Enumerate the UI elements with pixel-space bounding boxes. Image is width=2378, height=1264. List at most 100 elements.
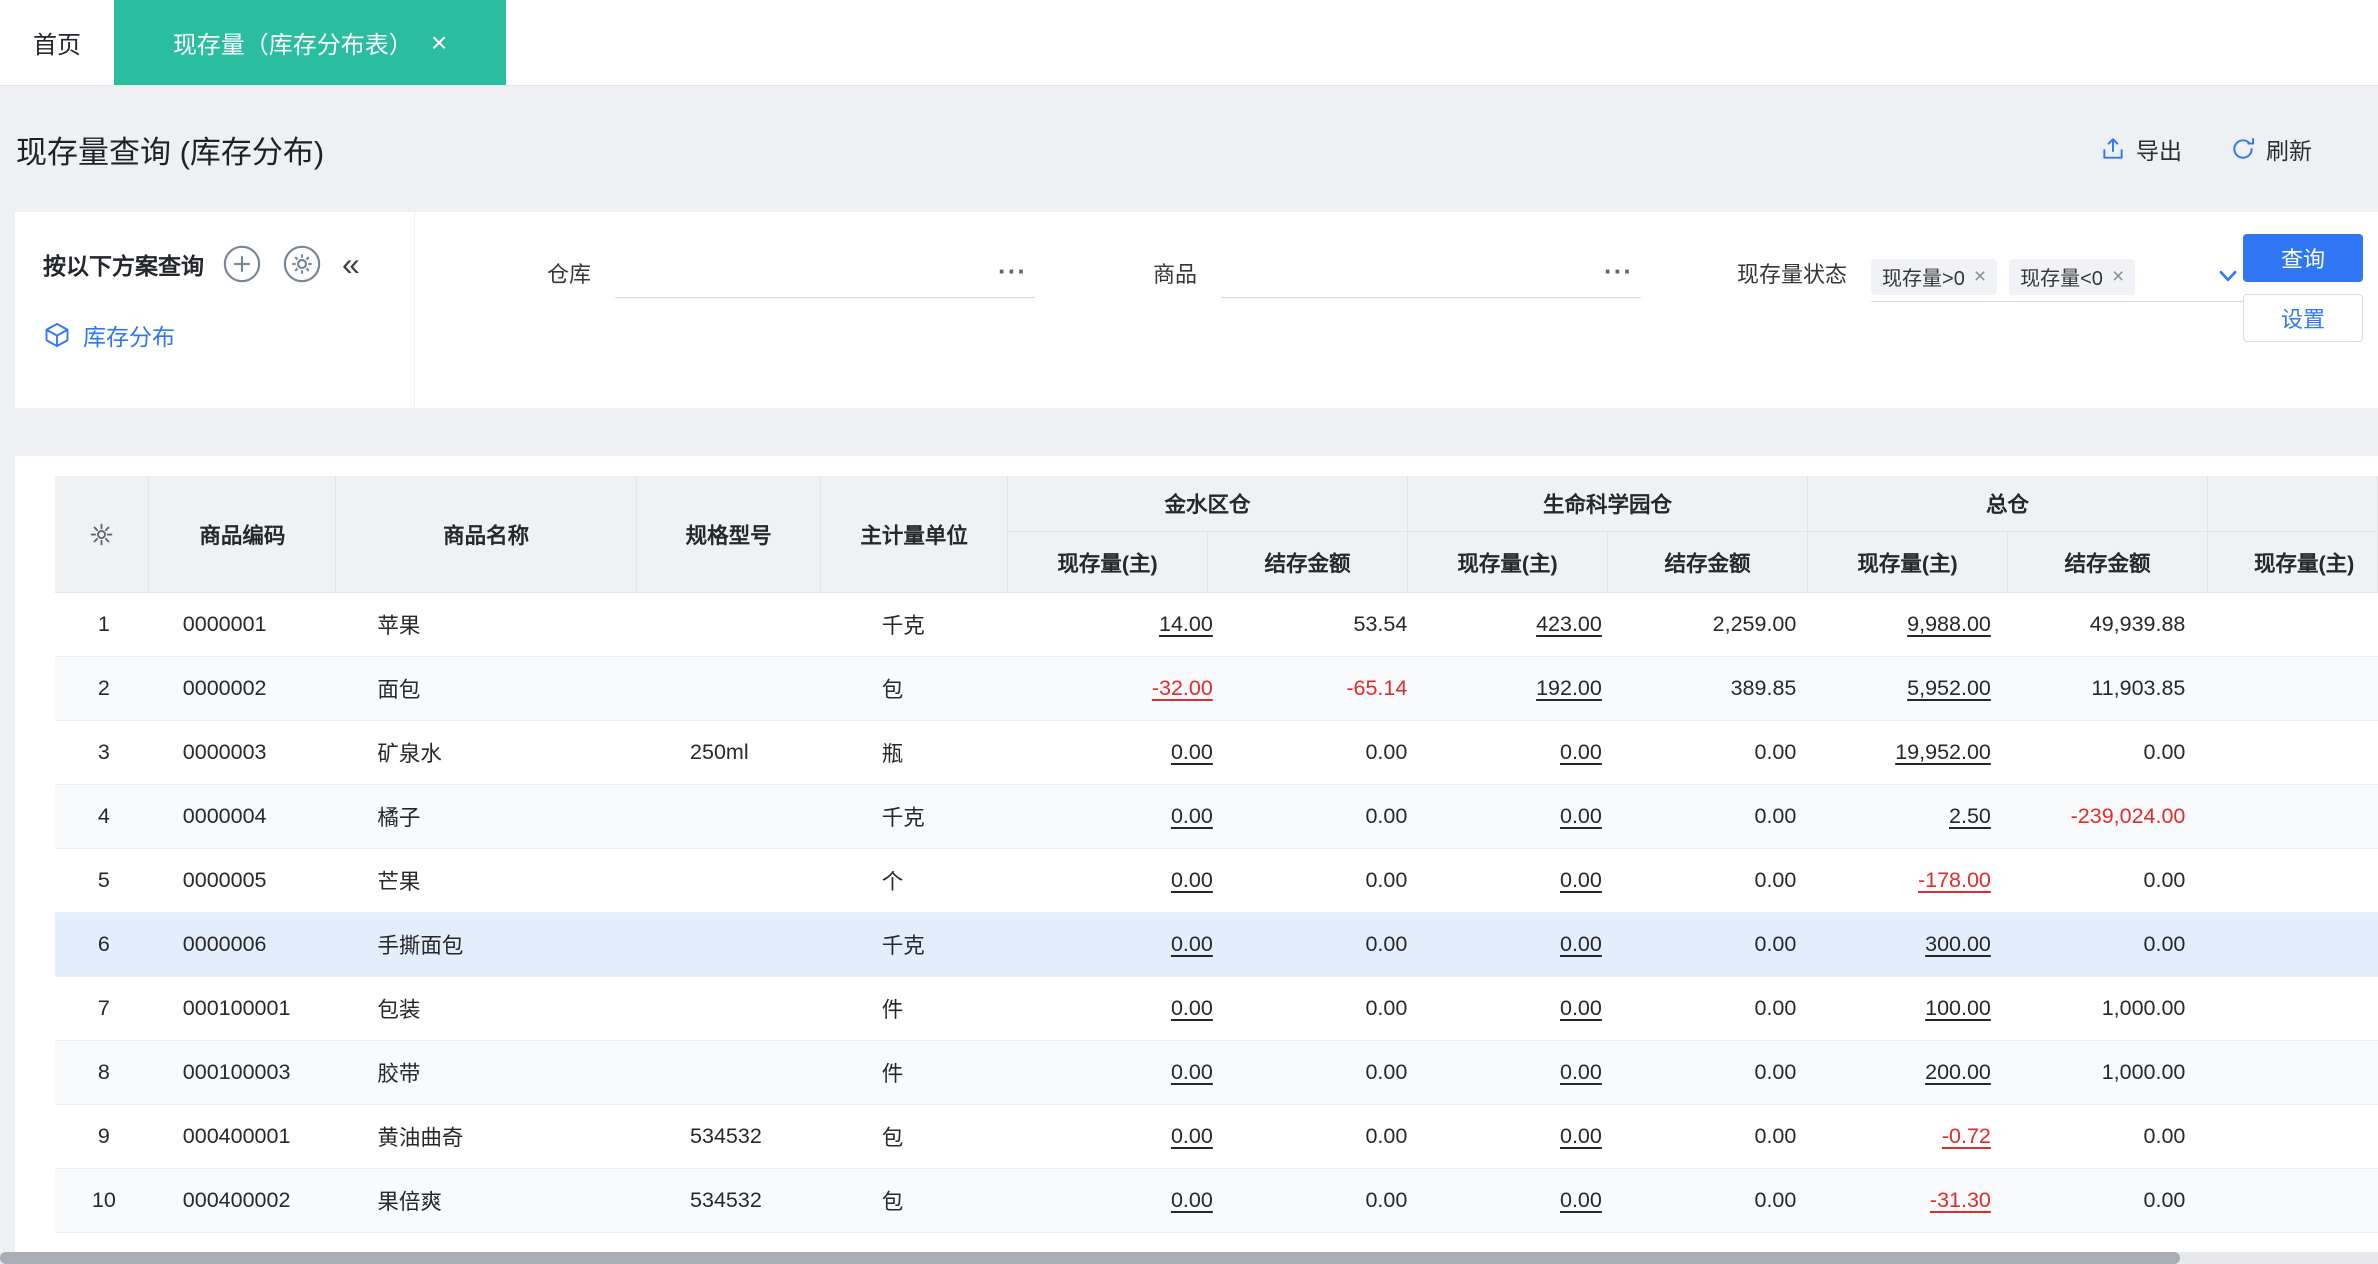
qty-on-hand-link[interactable]: 100.00	[1824, 977, 2019, 1040]
product-input[interactable]: ···	[1221, 252, 1642, 298]
qty-on-hand-link[interactable]: 423.00	[1435, 593, 1630, 656]
product-code: 0000004	[182, 804, 267, 828]
balance-amount: 0.00	[2143, 932, 2186, 956]
qty-on-hand-link[interactable]: 0.00	[1435, 785, 1630, 848]
status-tag-label: 现存量>0	[1882, 268, 1965, 290]
refresh-label: 刷新	[2266, 138, 2312, 164]
balance-amount: 0.00	[1754, 804, 1797, 828]
tab-home[interactable]: 首页	[0, 0, 114, 85]
header-product-code: 商品编码	[149, 476, 337, 592]
filter-fields: 仓库 ··· 商品 ··· 现存量状态 现存量>0 × 现存量<0 ×	[415, 212, 2378, 408]
product-code: 0000002	[182, 676, 267, 700]
qty-on-hand-link[interactable]: 19,952.00	[1824, 721, 2019, 784]
spec-model	[660, 849, 852, 912]
qty-on-hand-link[interactable]: 200.00	[1824, 1041, 2019, 1104]
qty-on-hand-link[interactable]: 0.00	[1435, 913, 1630, 976]
remove-tag-icon[interactable]: ×	[1974, 266, 1986, 287]
row-number: 9	[97, 1124, 110, 1148]
balance-amount: 0.00	[1754, 1124, 1797, 1148]
table-row[interactable]: 4 0000004 橘子 千克 0.00 0.00 0.00 0.00 2.50 -239,024…	[55, 785, 2378, 849]
scrollbar-thumb[interactable]	[0, 1252, 2180, 1264]
qty-on-hand-link[interactable]: 0.00	[1435, 849, 1630, 912]
table-row[interactable]: 10 000400002 果倍爽 534532 包 0.00 0.00 0.00 0.00 -31…	[55, 1169, 2378, 1233]
balance-amount: 0.00	[1754, 996, 1797, 1020]
qty-on-hand-link[interactable]: 0.00	[1046, 785, 1241, 848]
qty-on-hand-link[interactable]: 300.00	[1824, 913, 2019, 976]
row-number: 1	[97, 612, 110, 636]
remove-tag-icon[interactable]: ×	[2112, 266, 2124, 287]
qty-on-hand-link[interactable]: 0.00	[1046, 1169, 1241, 1232]
stock-status-field: 现存量状态 现存量>0 × 现存量<0 ×	[1737, 252, 2244, 408]
partial-cell	[2213, 849, 2378, 912]
table-card: 商品编码 商品名称 规格型号 主计量单位 金水区仓 现存量(主) 结存金额 生命…	[15, 456, 2378, 1264]
subheader-balance-amount: 结存金额	[2008, 532, 2208, 592]
spec-model	[660, 657, 852, 720]
product-name: 果倍爽	[377, 1190, 442, 1214]
main-unit: 瓶	[881, 742, 904, 766]
more-icon[interactable]: ···	[998, 256, 1027, 287]
qty-on-hand-link[interactable]: -0.72	[1824, 1105, 2019, 1168]
tab-active-label: 现存量（库存分布表）	[172, 32, 413, 59]
table-row[interactable]: 6 0000006 手撕面包 千克 0.00 0.00 0.00 0.00 300.00 0.00	[55, 913, 2378, 977]
table-row[interactable]: 7 000100001 包装 件 0.00 0.00 0.00 0.00 100.00 1,000…	[55, 977, 2378, 1041]
settings-button[interactable]: 设置	[2243, 294, 2363, 342]
qty-on-hand-link[interactable]: 14.00	[1046, 593, 1241, 656]
add-scheme-icon[interactable]	[220, 242, 264, 286]
qty-on-hand-link[interactable]: 0.00	[1435, 977, 1630, 1040]
close-icon[interactable]: ×	[431, 28, 447, 57]
spec-model	[660, 593, 852, 656]
table-row[interactable]: 5 0000005 芒果 个 0.00 0.00 0.00 0.00 -178.00 0.00	[55, 849, 2378, 913]
more-icon[interactable]: ···	[1604, 256, 1633, 287]
qty-on-hand-link[interactable]: -31.30	[1824, 1169, 2019, 1232]
warehouse-input[interactable]: ···	[615, 252, 1036, 298]
table-row[interactable]: 1 0000001 苹果 千克 14.00 53.54 423.00 2,259.00 9,98…	[55, 593, 2378, 657]
qty-on-hand-link[interactable]: 0.00	[1435, 721, 1630, 784]
balance-amount: 0.00	[1365, 1060, 1408, 1084]
main-unit: 包	[881, 678, 904, 702]
qty-on-hand-link[interactable]: -32.00	[1046, 657, 1241, 720]
qty-on-hand-link[interactable]: 0.00	[1046, 1041, 1241, 1104]
export-label: 导出	[2136, 138, 2182, 164]
balance-amount: 389.85	[1730, 676, 1797, 700]
table-row[interactable]: 2 0000002 面包 包 -32.00 -65.14 192.00 389.85 5,952…	[55, 657, 2378, 721]
stock-status-select[interactable]: 现存量>0 × 现存量<0 ×	[1871, 252, 2244, 302]
balance-amount: 0.00	[2143, 868, 2186, 892]
scheme-title: 按以下方案查询	[43, 253, 204, 279]
qty-on-hand-link[interactable]: 0.00	[1435, 1169, 1630, 1232]
column-config-gear-icon[interactable]	[55, 476, 150, 592]
main-unit: 个	[881, 870, 904, 894]
scheme-item-stock-distribution[interactable]: 库存分布	[43, 318, 414, 352]
table-body: 1 0000001 苹果 千克 14.00 53.54 423.00 2,259.00 9,98…	[55, 593, 2378, 1233]
table-row[interactable]: 8 000100003 胶带 件 0.00 0.00 0.00 0.00 200.00 1,000…	[55, 1041, 2378, 1105]
table-row[interactable]: 3 0000003 矿泉水 250ml 瓶 0.00 0.00 0.00 0.00 19,952.…	[55, 721, 2378, 785]
qty-on-hand-link[interactable]: 0.00	[1046, 849, 1241, 912]
qty-on-hand-link[interactable]: 0.00	[1046, 977, 1241, 1040]
qty-on-hand-link[interactable]: 5,952.00	[1824, 657, 2019, 720]
qty-on-hand-link[interactable]: 9,988.00	[1824, 593, 2019, 656]
qty-on-hand-link[interactable]: -178.00	[1824, 849, 2019, 912]
scheme-settings-gear-icon[interactable]	[280, 242, 324, 286]
spec-model	[660, 1041, 852, 1104]
qty-on-hand-link[interactable]: 0.00	[1046, 721, 1241, 784]
tab-active-inventory[interactable]: 现存量（库存分布表） ×	[114, 0, 506, 85]
balance-amount: 11,903.85	[2091, 676, 2186, 700]
refresh-button[interactable]: 刷新	[2230, 132, 2312, 166]
qty-on-hand-link[interactable]: 0.00	[1046, 913, 1241, 976]
horizontal-scrollbar[interactable]	[0, 1252, 2378, 1264]
export-button[interactable]: 导出	[2100, 132, 2182, 166]
collapse-panel-icon[interactable]: «	[342, 246, 360, 283]
qty-on-hand-link[interactable]: 0.00	[1046, 1105, 1241, 1168]
qty-on-hand-link[interactable]: 0.00	[1435, 1041, 1630, 1104]
chevron-down-icon[interactable]	[2215, 263, 2241, 289]
warehouse-field: 仓库 ···	[547, 252, 1153, 408]
balance-amount: 0.00	[1365, 996, 1408, 1020]
query-button[interactable]: 查询	[2243, 234, 2363, 282]
page-actions: 导出 刷新	[2100, 132, 2312, 166]
table-row[interactable]: 9 000400001 黄油曲奇 534532 包 0.00 0.00 0.00 0.00 -0.…	[55, 1105, 2378, 1169]
qty-on-hand-link[interactable]: 192.00	[1435, 657, 1630, 720]
main-unit: 件	[881, 998, 904, 1022]
spec-model: 534532	[690, 1188, 762, 1212]
qty-on-hand-link[interactable]: 2.50	[1824, 785, 2019, 848]
partial-cell	[2213, 1169, 2378, 1232]
qty-on-hand-link[interactable]: 0.00	[1435, 1105, 1630, 1168]
